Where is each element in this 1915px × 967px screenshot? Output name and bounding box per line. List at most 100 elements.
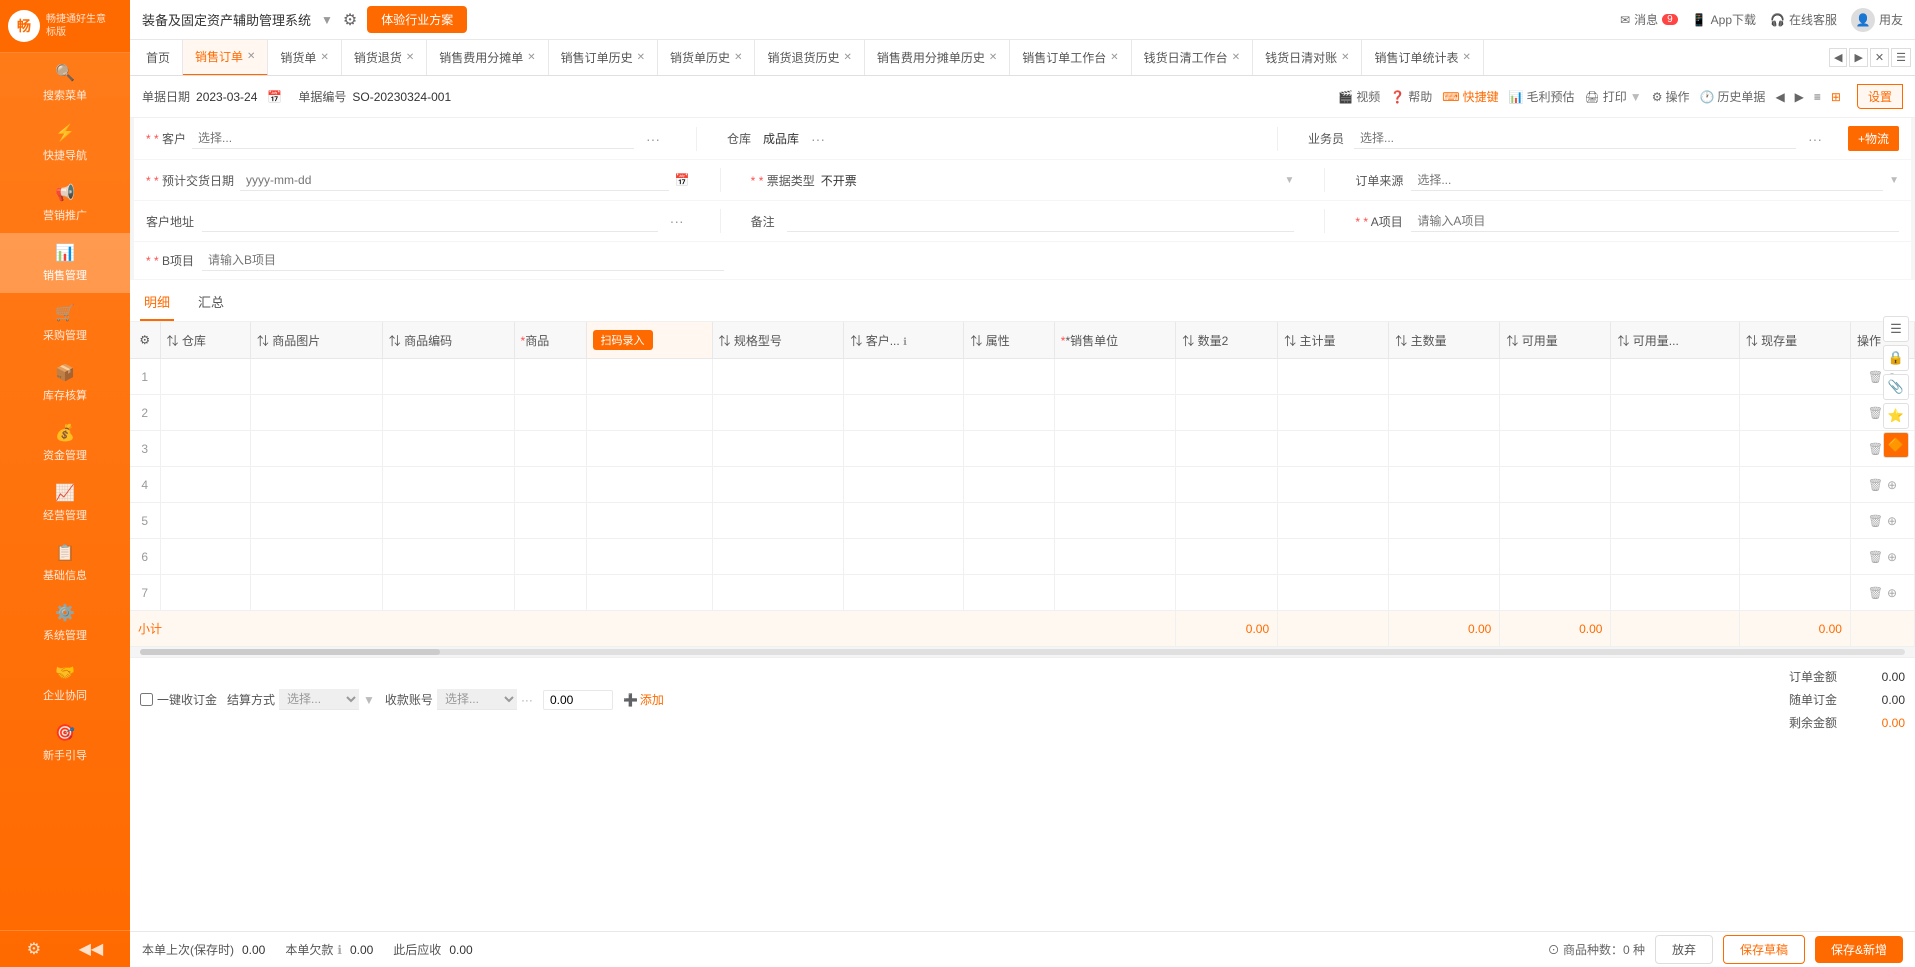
- tab-prev-icon[interactable]: ◀: [1829, 48, 1847, 67]
- th-code[interactable]: ⇅ 商品编码: [382, 322, 514, 359]
- cell-available2-3[interactable]: [1611, 431, 1739, 467]
- cell-attr-7[interactable]: [964, 575, 1054, 611]
- th-spec[interactable]: ⇅ 规格型号: [712, 322, 844, 359]
- tab-sales-invoice[interactable]: 销货单 ✕: [268, 40, 341, 76]
- table-tab-summary[interactable]: 汇总: [194, 288, 228, 321]
- one-click-checkbox[interactable]: [140, 693, 153, 706]
- cell-goods-2[interactable]: [514, 395, 586, 431]
- save-draft-btn[interactable]: 保存草稿: [1723, 935, 1805, 964]
- cell-current-6[interactable]: [1739, 539, 1850, 575]
- discard-btn[interactable]: 放弃: [1655, 935, 1713, 964]
- cell-main-unit-2[interactable]: [1278, 395, 1389, 431]
- cell-available-5[interactable]: [1500, 503, 1611, 539]
- cell-code-4[interactable]: [382, 467, 514, 503]
- th-image[interactable]: ⇅ 商品图片: [250, 322, 382, 359]
- cell-qty2-6[interactable]: [1176, 539, 1278, 575]
- cell-scan-3[interactable]: [586, 431, 712, 467]
- cell-available2-7[interactable]: [1611, 575, 1739, 611]
- cell-spec-4[interactable]: [712, 467, 844, 503]
- cell-warehouse-3[interactable]: [160, 431, 250, 467]
- sidebar-item-finance[interactable]: 💰 资金管理: [0, 413, 130, 473]
- tab-return-history[interactable]: 销货退货历史 ✕: [755, 40, 864, 76]
- cell-attr-2[interactable]: [964, 395, 1054, 431]
- tab-close-all-icon[interactable]: ✕: [1870, 48, 1889, 67]
- delete-icon-5[interactable]: 🗑: [1868, 514, 1883, 528]
- copy-icon-4[interactable]: ⊕: [1887, 478, 1897, 492]
- cell-image-5[interactable]: [250, 503, 382, 539]
- tab-order-history[interactable]: 销售订单历史 ✕: [549, 40, 658, 76]
- save-new-btn[interactable]: 保存&新增: [1815, 936, 1903, 963]
- th-attribute[interactable]: ⇅ 属性: [964, 322, 1054, 359]
- cell-code-3[interactable]: [382, 431, 514, 467]
- remark-input[interactable]: [787, 211, 1295, 232]
- cell-current-2[interactable]: [1739, 395, 1850, 431]
- expand-icon[interactable]: ⊞: [1831, 88, 1841, 105]
- cell-warehouse-5[interactable]: [160, 503, 250, 539]
- cell-current-3[interactable]: [1739, 431, 1850, 467]
- cell-attr-1[interactable]: [964, 359, 1054, 395]
- th-main-unit[interactable]: ⇅ 主计量: [1278, 322, 1389, 359]
- a-project-input[interactable]: [1411, 211, 1899, 232]
- cell-warehouse-7[interactable]: [160, 575, 250, 611]
- cell-available2-4[interactable]: [1611, 467, 1739, 503]
- payment-select[interactable]: 选择...: [279, 689, 359, 710]
- delete-icon-2[interactable]: 🗑: [1868, 406, 1883, 420]
- cell-goods-1[interactable]: [514, 359, 586, 395]
- sidebar-item-quick[interactable]: ⚡ 快捷导航: [0, 113, 130, 173]
- delete-icon-3[interactable]: 🗑: [1868, 442, 1883, 456]
- tab-fee-history-close[interactable]: ✕: [989, 52, 997, 63]
- tab-return-close[interactable]: ✕: [406, 52, 414, 63]
- sidebar-item-sales[interactable]: 📊 销售管理: [0, 233, 130, 293]
- amount-input[interactable]: [543, 690, 613, 710]
- copy-icon-5[interactable]: ⊕: [1887, 514, 1897, 528]
- cell-unit-4[interactable]: [1054, 467, 1175, 503]
- sidebar-item-search[interactable]: 🔍 搜索菜单: [0, 53, 130, 113]
- industry-btn[interactable]: 体验行业方案: [367, 6, 467, 33]
- scroll-bar[interactable]: [130, 647, 1915, 657]
- print-action[interactable]: 🖨 打印 ▼: [1585, 88, 1642, 105]
- help-action[interactable]: ❓ 帮助: [1390, 88, 1432, 105]
- tab-reconcile-close[interactable]: ✕: [1341, 52, 1349, 63]
- float-btn-action[interactable]: 🔶: [1883, 432, 1909, 458]
- cell-main-qty-6[interactable]: [1389, 539, 1500, 575]
- th-customer[interactable]: ⇅ 客户... ℹ: [844, 322, 964, 359]
- cell-unit-1[interactable]: [1054, 359, 1175, 395]
- invoice-dropdown-icon[interactable]: ▼: [1284, 175, 1294, 186]
- cell-customer-1[interactable]: [844, 359, 964, 395]
- tab-sales-order[interactable]: 销售订单 ✕: [183, 40, 268, 76]
- th-available2[interactable]: ⇅ 可用量...: [1611, 322, 1739, 359]
- cell-available-4[interactable]: [1500, 467, 1611, 503]
- cell-spec-7[interactable]: [712, 575, 844, 611]
- cell-unit-2[interactable]: [1054, 395, 1175, 431]
- cell-qty2-4[interactable]: [1176, 467, 1278, 503]
- cell-main-qty-4[interactable]: [1389, 467, 1500, 503]
- messages-item[interactable]: ✉ 消息 9: [1620, 11, 1678, 28]
- tab-fee-split-close[interactable]: ✕: [527, 52, 535, 63]
- cell-goods-4[interactable]: [514, 467, 586, 503]
- cell-spec-6[interactable]: [712, 539, 844, 575]
- copy-icon-6[interactable]: ⊕: [1887, 550, 1897, 564]
- table-tab-detail[interactable]: 明细: [140, 288, 174, 321]
- cell-spec-1[interactable]: [712, 359, 844, 395]
- delete-icon-4[interactable]: 🗑: [1868, 478, 1883, 492]
- tab-stats-close[interactable]: ✕: [1463, 52, 1471, 63]
- cell-unit-7[interactable]: [1054, 575, 1175, 611]
- sidebar-item-operations[interactable]: 📈 经营管理: [0, 473, 130, 533]
- cell-qty2-5[interactable]: [1176, 503, 1278, 539]
- cell-current-1[interactable]: [1739, 359, 1850, 395]
- one-click-label[interactable]: 一键收订金: [140, 691, 217, 708]
- view-action[interactable]: 🎬 视频: [1338, 88, 1380, 105]
- cell-attr-4[interactable]: [964, 467, 1054, 503]
- cell-available2-2[interactable]: [1611, 395, 1739, 431]
- add-button[interactable]: ➕ 添加: [623, 691, 664, 708]
- scan-btn[interactable]: 扫码录入: [593, 330, 653, 350]
- settings-float-btn[interactable]: 设置: [1857, 84, 1903, 109]
- cell-goods-6[interactable]: [514, 539, 586, 575]
- float-btn-lock[interactable]: 🔒: [1883, 345, 1909, 371]
- delivery-input[interactable]: [240, 170, 669, 191]
- tab-daily-workbench[interactable]: 钱货日清工作台 ✕: [1132, 40, 1253, 76]
- cell-customer-4[interactable]: [844, 467, 964, 503]
- history-action[interactable]: 🕐 历史单据: [1699, 88, 1765, 105]
- cell-current-5[interactable]: [1739, 503, 1850, 539]
- cell-available-6[interactable]: [1500, 539, 1611, 575]
